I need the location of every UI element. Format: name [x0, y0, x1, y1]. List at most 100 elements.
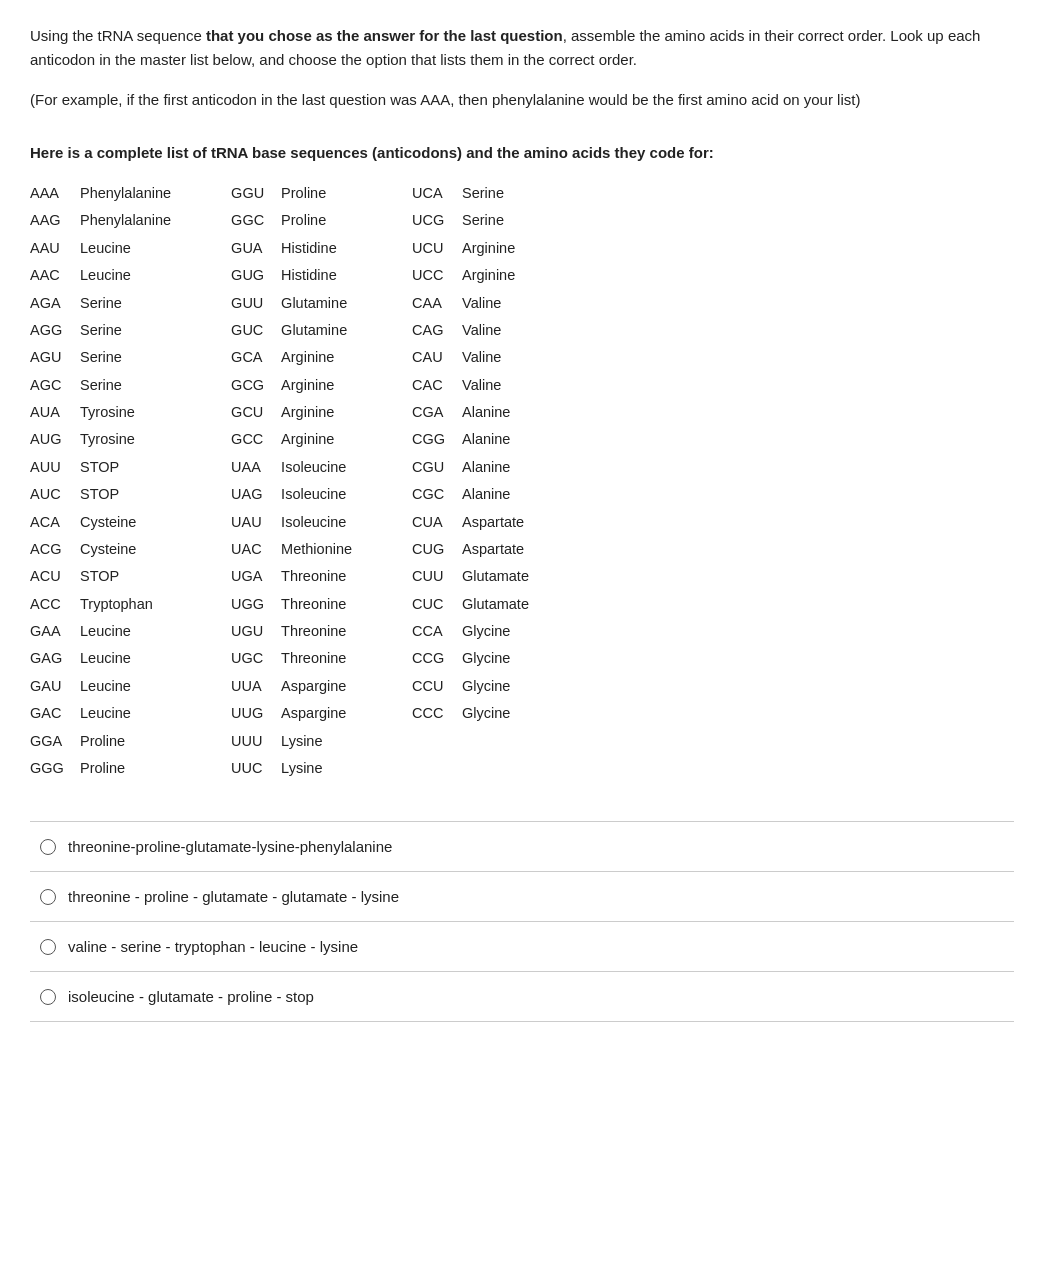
codon-row: CGUAlanine [412, 455, 529, 480]
codon-name: Glycine [462, 701, 510, 726]
codon-row: GAGLeucine [30, 646, 171, 671]
codon-name: Proline [281, 181, 326, 206]
codon-code: CGC [412, 482, 448, 507]
codon-row: UGCThreonine [231, 646, 352, 671]
codon-code: CGU [412, 455, 448, 480]
codon-column-0: AAAPhenylalanineAAGPhenylalanineAAULeuci… [30, 181, 171, 781]
radio-button-0[interactable] [40, 839, 56, 855]
codon-name: Histidine [281, 263, 337, 288]
codon-row: GUUGlutamine [231, 291, 352, 316]
codon-row: AGASerine [30, 291, 171, 316]
codon-row: CUU Glutamate [412, 564, 529, 589]
answer-options: threonine-proline-glutamate-lysine-pheny… [30, 821, 1014, 1022]
codon-name: Lysine [281, 756, 322, 781]
codon-code: UGA [231, 564, 267, 589]
codon-row: GGU Proline [231, 181, 352, 206]
radio-button-2[interactable] [40, 939, 56, 955]
codon-row: CAGValine [412, 318, 529, 343]
codon-row: GUGHistidine [231, 263, 352, 288]
radio-button-3[interactable] [40, 989, 56, 1005]
codon-code: AGC [30, 373, 66, 398]
codon-name: Threonine [281, 564, 346, 589]
codon-row: AUCSTOP [30, 482, 171, 507]
option-item-3[interactable]: isoleucine - glutamate - proline - stop [30, 971, 1014, 1022]
codon-code: GGU [231, 181, 267, 206]
codon-code: CUC [412, 592, 448, 617]
codon-code: UGU [231, 619, 267, 644]
codon-name: Proline [80, 729, 125, 754]
option-label-1: threonine - proline - glutamate - glutam… [68, 888, 399, 905]
codon-code: AUG [30, 427, 66, 452]
codon-row: UGA Threonine [231, 564, 352, 589]
codon-name: Leucine [80, 619, 131, 644]
codon-name: Threonine [281, 619, 346, 644]
codon-row: UUCLysine [231, 756, 352, 781]
codon-code: GUA [231, 236, 267, 261]
codon-name: Cysteine [80, 510, 136, 535]
codon-row: CUGAspartate [412, 537, 529, 562]
codon-code: CCC [412, 701, 448, 726]
codon-code: GGG [30, 756, 66, 781]
codon-code: CCU [412, 674, 448, 699]
codon-row: AAULeucine [30, 236, 171, 261]
codon-code: UCU [412, 236, 448, 261]
codon-code: AUC [30, 482, 66, 507]
codon-code: UCA [412, 181, 448, 206]
codon-code: CUU [412, 564, 448, 589]
codon-code: AAU [30, 236, 66, 261]
codon-name: Proline [281, 208, 326, 233]
codon-code: AAA [30, 181, 66, 206]
codon-name: Serine [462, 181, 504, 206]
codon-row: GCCArginine [231, 427, 352, 452]
codon-row: UUGAspargine [231, 701, 352, 726]
codon-row: ACGCysteine [30, 537, 171, 562]
codon-row: GCAArginine [231, 345, 352, 370]
codon-row: UCCArginine [412, 263, 529, 288]
codon-name: Aspargine [281, 701, 346, 726]
codon-code: GUC [231, 318, 267, 343]
codon-row: UAAIsoleucine [231, 455, 352, 480]
codon-code: UCG [412, 208, 448, 233]
codon-row: GAULeucine [30, 674, 171, 699]
codon-code: AUU [30, 455, 66, 480]
codon-code: ACG [30, 537, 66, 562]
codon-table-section: Here is a complete list of tRNA base seq… [30, 144, 1014, 781]
option-item-1[interactable]: threonine - proline - glutamate - glutam… [30, 871, 1014, 921]
codon-name: Arginine [281, 400, 334, 425]
codon-name: Glutamate [462, 564, 529, 589]
codon-code: CAG [412, 318, 448, 343]
codon-row: AGGSerine [30, 318, 171, 343]
codon-code: AGU [30, 345, 66, 370]
codon-row: UACMethionine [231, 537, 352, 562]
codon-name: Phenylalanine [80, 181, 171, 206]
codon-code: CAC [412, 373, 448, 398]
codon-table: AAAPhenylalanineAAGPhenylalanineAAULeuci… [30, 181, 1014, 781]
codon-code: UAC [231, 537, 267, 562]
codon-code: CAA [412, 291, 448, 316]
codon-row: GGCProline [231, 208, 352, 233]
codon-row: GACLeucine [30, 701, 171, 726]
codon-row: UCUArginine [412, 236, 529, 261]
codon-name: STOP [80, 564, 119, 589]
codon-name: Leucine [80, 701, 131, 726]
codon-row: AUGTyrosine [30, 427, 171, 452]
codon-row: AUUSTOP [30, 455, 171, 480]
codon-name: Isoleucine [281, 510, 346, 535]
radio-button-1[interactable] [40, 889, 56, 905]
codon-name: Alanine [462, 427, 510, 452]
codon-name: Arginine [281, 427, 334, 452]
codon-code: GAG [30, 646, 66, 671]
codon-name: Valine [462, 291, 501, 316]
codon-code: CUG [412, 537, 448, 562]
option-item-2[interactable]: valine - serine - tryptophan - leucine -… [30, 921, 1014, 971]
option-item-0[interactable]: threonine-proline-glutamate-lysine-pheny… [30, 821, 1014, 871]
codon-code: GUU [231, 291, 267, 316]
codon-name: Glycine [462, 646, 510, 671]
codon-code: GCA [231, 345, 267, 370]
codon-row: CCUGlycine [412, 674, 529, 699]
codon-column-1: GGU ProlineGGCProline GUA HistidineGUGHisti… [231, 181, 352, 781]
codon-row: UUULysine [231, 729, 352, 754]
codon-name: Valine [462, 373, 501, 398]
codon-row: UAUIsoleucine [231, 510, 352, 535]
codon-name: Proline [80, 756, 125, 781]
